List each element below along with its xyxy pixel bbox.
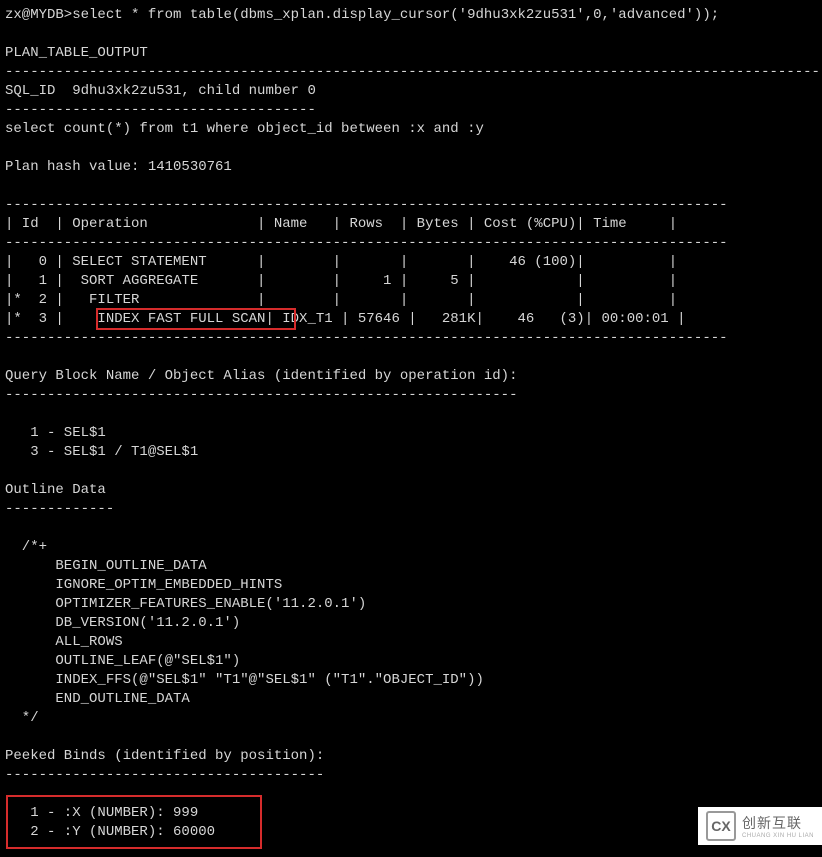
- peeked-bind-line: 2 - :Y (NUMBER): 60000: [5, 824, 215, 840]
- divider: -------------: [5, 501, 114, 517]
- outline-line: END_OUTLINE_DATA: [5, 691, 190, 707]
- plan-table-output-header: PLAN_TABLE_OUTPUT: [5, 45, 148, 61]
- sql-prompt: zx@MYDB>: [5, 7, 72, 23]
- divider: --------------------------------------: [5, 767, 324, 783]
- plan-row: |* 3 | INDEX FAST FULL SCAN| IDX_T1 | 57…: [5, 311, 686, 327]
- plan-hash-line: Plan hash value: 1410530761: [5, 159, 232, 175]
- watermark: CX 创新互联 CHUANG XIN HU LIAN: [698, 807, 822, 845]
- plan-row: | 1 | SORT AGGREGATE | | 1 | 5 | | |: [5, 273, 677, 289]
- divider: ----------------------------------------…: [5, 387, 517, 403]
- sql-command: select * from table(dbms_xplan.display_c…: [72, 7, 719, 23]
- plan-row: |* 2 | FILTER | | | | | |: [5, 292, 677, 308]
- outline-line: OUTLINE_LEAF(@"SEL$1"): [5, 653, 240, 669]
- sql-id-line: SQL_ID 9dhu3xk2zu531, child number 0: [5, 83, 316, 99]
- watermark-subtext: CHUANG XIN HU LIAN: [742, 833, 814, 839]
- outline-line: OPTIMIZER_FEATURES_ENABLE('11.2.0.1'): [5, 596, 366, 612]
- outline-close: */: [5, 710, 39, 726]
- plan-divider: ----------------------------------------…: [5, 235, 728, 251]
- divider: -------------------------------------: [5, 102, 316, 118]
- outline-line: ALL_ROWS: [5, 634, 123, 650]
- query-block-line: 3 - SEL$1 / T1@SEL$1: [5, 444, 198, 460]
- watermark-text: 创新互联: [742, 813, 814, 833]
- outline-open: /*+: [5, 539, 47, 555]
- peeked-bind-line: 1 - :X (NUMBER): 999: [5, 805, 198, 821]
- outline-line: INDEX_FFS(@"SEL$1" "T1"@"SEL$1" ("T1"."O…: [5, 672, 484, 688]
- query-text: select count(*) from t1 where object_id …: [5, 121, 484, 137]
- highlight-box-peeked-binds: [6, 795, 262, 849]
- plan-divider: ----------------------------------------…: [5, 197, 728, 213]
- peeked-binds-title: Peeked Binds (identified by position):: [5, 748, 324, 764]
- plan-header-row: | Id | Operation | Name | Rows | Bytes |…: [5, 216, 677, 232]
- terminal-output: zx@MYDB>select * from table(dbms_xplan.d…: [0, 0, 822, 857]
- plan-divider: ----------------------------------------…: [5, 330, 728, 346]
- query-block-line: 1 - SEL$1: [5, 425, 106, 441]
- divider: ----------------------------------------…: [5, 64, 822, 80]
- outline-line: BEGIN_OUTLINE_DATA: [5, 558, 207, 574]
- watermark-logo-icon: CX: [706, 811, 736, 841]
- outline-title: Outline Data: [5, 482, 106, 498]
- outline-line: IGNORE_OPTIM_EMBEDDED_HINTS: [5, 577, 282, 593]
- outline-line: DB_VERSION('11.2.0.1'): [5, 615, 240, 631]
- query-block-title: Query Block Name / Object Alias (identif…: [5, 368, 517, 384]
- plan-row: | 0 | SELECT STATEMENT | | | | 46 (100)|…: [5, 254, 677, 270]
